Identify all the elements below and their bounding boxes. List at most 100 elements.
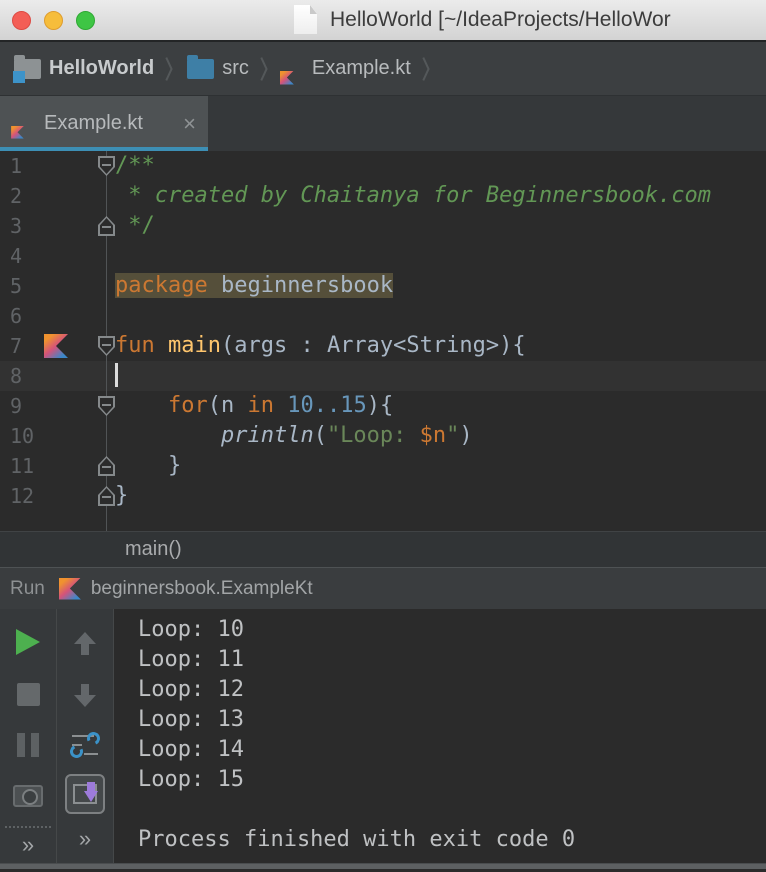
code-line[interactable]: 12} bbox=[0, 481, 766, 511]
soft-wrap-icon[interactable] bbox=[68, 730, 102, 760]
code-text: /** bbox=[115, 151, 155, 181]
chevron-right-icon bbox=[259, 57, 272, 81]
window-title: HelloWorld [~/IdeaProjects/HelloWor bbox=[330, 7, 671, 31]
navigation-bar: HelloWorld src Example.kt bbox=[0, 42, 766, 96]
code-token: * created by Chaitanya for Beginnersbook… bbox=[115, 183, 712, 208]
camera-icon[interactable] bbox=[13, 785, 43, 807]
code-line[interactable]: 11 } bbox=[0, 451, 766, 481]
code-line[interactable]: 5 package beginnersbook bbox=[0, 271, 766, 301]
fold-marker-icon[interactable] bbox=[98, 336, 115, 356]
code-line[interactable]: 1 /** bbox=[0, 151, 766, 181]
code-token: in bbox=[247, 393, 274, 418]
document-icon bbox=[294, 5, 317, 34]
code-text: */ bbox=[115, 211, 155, 241]
code-text: package beginnersbook bbox=[115, 271, 394, 301]
code-token: } bbox=[115, 453, 182, 478]
run-console[interactable]: Loop: 10 Loop: 11 Loop: 12 Loop: 13 Loop: 14… bbox=[114, 609, 766, 863]
run-toolbar-left: » bbox=[0, 609, 57, 863]
code-line[interactable]: 3 */ bbox=[0, 211, 766, 241]
code-line[interactable]: 10 println("Loop: $n") bbox=[0, 421, 766, 451]
code-token: ( bbox=[313, 423, 327, 448]
run-configuration-name: beginnersbook.ExampleKt bbox=[90, 577, 313, 599]
code-token: " bbox=[446, 423, 460, 448]
code-text: fun main(args : Array<String>){ bbox=[115, 331, 526, 361]
console-line: Loop: 12 bbox=[138, 677, 244, 702]
code-editor[interactable]: 1 /** 2 * created by Chaitanya for Beginne… bbox=[0, 151, 766, 531]
close-window-button[interactable] bbox=[12, 11, 31, 30]
code-token: beginnersbook bbox=[220, 273, 394, 298]
code-token: $n bbox=[419, 423, 447, 448]
code-line[interactable]: 9 for(n in 10..15){ bbox=[0, 391, 766, 421]
kotlin-icon bbox=[44, 334, 68, 358]
code-text: println("Loop: $n") bbox=[115, 421, 473, 451]
code-token: ) bbox=[459, 423, 473, 448]
code-token: fun bbox=[115, 333, 155, 358]
minimize-window-button[interactable] bbox=[44, 11, 63, 30]
console-line: Loop: 11 bbox=[138, 647, 244, 672]
console-line: Loop: 15 bbox=[138, 767, 244, 792]
line-number: 4 bbox=[10, 244, 23, 268]
arrow-up-icon[interactable] bbox=[74, 632, 96, 656]
code-text: * created by Chaitanya for Beginnersbook… bbox=[115, 181, 711, 211]
run-line-marker[interactable] bbox=[44, 334, 68, 358]
run-tab-label[interactable]: Run bbox=[10, 578, 45, 600]
code-token: 10..15 bbox=[287, 393, 367, 418]
kotlin-file-icon bbox=[11, 111, 33, 139]
run-toolwindow-header: Run beginnersbook.ExampleKt bbox=[0, 567, 766, 609]
fold-marker-icon[interactable] bbox=[98, 156, 115, 176]
code-token: package bbox=[115, 273, 208, 298]
breadcrumb-file[interactable]: Example.kt bbox=[279, 55, 411, 85]
code-line[interactable]: 2 * created by Chaitanya for Beginnersbo… bbox=[0, 181, 766, 211]
fold-marker-icon[interactable] bbox=[98, 456, 115, 476]
breadcrumb-project[interactable]: HelloWorld bbox=[13, 54, 154, 83]
line-number: 10 bbox=[10, 424, 35, 448]
code-line[interactable]: 6 bbox=[0, 301, 766, 331]
code-text bbox=[115, 361, 118, 391]
code-token: println bbox=[220, 423, 314, 448]
code-line[interactable]: 8 bbox=[0, 361, 766, 391]
line-number: 3 bbox=[10, 214, 23, 238]
console-line: Process finished with exit code 0 bbox=[138, 827, 576, 852]
stop-icon[interactable] bbox=[16, 683, 40, 706]
scroll-to-end-icon[interactable] bbox=[65, 774, 105, 814]
play-icon[interactable] bbox=[16, 629, 40, 655]
folder-icon bbox=[187, 54, 215, 79]
fold-marker-icon[interactable] bbox=[98, 486, 115, 506]
close-tab-icon[interactable]: × bbox=[181, 112, 198, 135]
code-token: */ bbox=[115, 213, 155, 238]
line-number: 7 bbox=[10, 334, 23, 358]
code-token: /** bbox=[115, 153, 155, 178]
titlebar: HelloWorld [~/IdeaProjects/HelloWor bbox=[0, 0, 766, 42]
code-token: for bbox=[167, 393, 208, 418]
line-number: 2 bbox=[10, 184, 23, 208]
fold-marker-icon[interactable] bbox=[98, 396, 115, 416]
code-line[interactable]: 4 bbox=[0, 241, 766, 271]
editor-tab-bar: Example.kt × bbox=[0, 96, 766, 151]
arrow-down-icon[interactable] bbox=[74, 683, 96, 707]
code-text: } bbox=[115, 481, 128, 511]
more-options-icon[interactable]: » bbox=[22, 832, 34, 858]
code-line[interactable]: 7 fun main(args : Array<String>){ bbox=[0, 331, 766, 361]
chevron-right-icon bbox=[421, 57, 434, 81]
breadcrumb-current-element[interactable]: main() bbox=[125, 538, 182, 561]
breadcrumb-src[interactable]: src bbox=[187, 54, 249, 80]
console-line: Loop: 14 bbox=[138, 737, 244, 762]
code-token bbox=[207, 273, 221, 298]
line-number: 5 bbox=[10, 274, 23, 298]
fullscreen-window-button[interactable] bbox=[76, 11, 95, 30]
chevron-right-icon bbox=[164, 57, 177, 81]
run-toolwindow-body: » » Loop: 10 Loop: 11 Loop: 12 Loop: 13 Loop… bbox=[0, 609, 766, 863]
project-folder-icon bbox=[13, 54, 41, 83]
kotlin-file-icon bbox=[279, 55, 304, 85]
fold-marker-icon[interactable] bbox=[98, 216, 115, 236]
pause-icon[interactable] bbox=[17, 733, 39, 757]
more-options-icon[interactable]: » bbox=[79, 826, 91, 852]
code-text: } bbox=[115, 451, 181, 481]
window-bottom-edge bbox=[0, 863, 766, 869]
code-text: for(n in 10..15){ bbox=[115, 391, 393, 421]
tab-example-kt[interactable]: Example.kt × bbox=[0, 96, 208, 151]
